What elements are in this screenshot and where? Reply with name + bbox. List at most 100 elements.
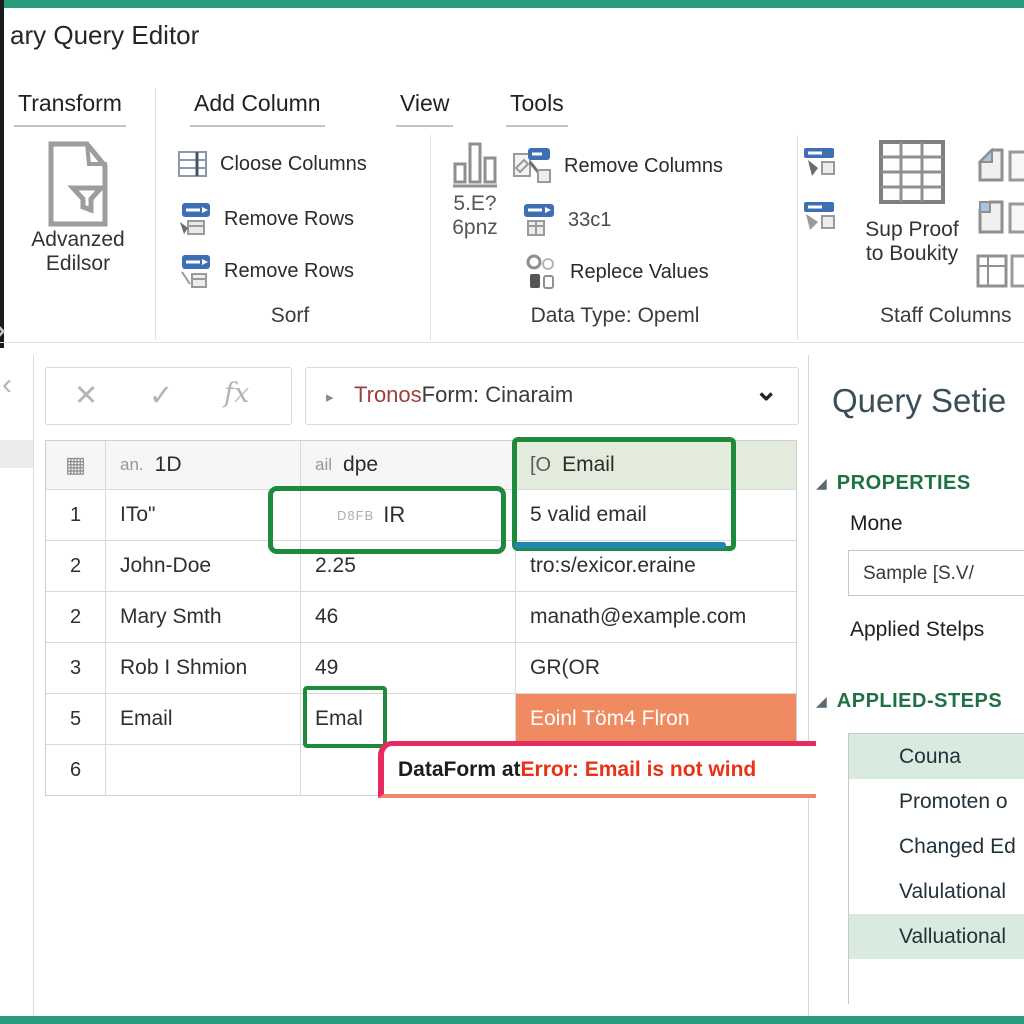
tab-add-column[interactable]: Add Column: [190, 90, 325, 127]
remove-rows-label-1: Remove Rows: [224, 207, 355, 230]
step-item[interactable]: Changed Ed: [849, 824, 1024, 869]
cell-name[interactable]: Email: [106, 694, 301, 744]
cell-dpe[interactable]: 46: [301, 592, 516, 642]
cell-dpe[interactable]: 2.25: [301, 541, 516, 591]
cell-dpe[interactable]: Emal: [301, 694, 516, 744]
tab-tools[interactable]: Tools: [506, 90, 568, 127]
cancel-icon[interactable]: ✕: [74, 378, 98, 413]
sup-proof-label-1: Sup Proof: [865, 218, 959, 241]
sort-group-label: Sorf: [270, 304, 310, 327]
text-type-icon: an.: [120, 455, 144, 474]
step-item[interactable]: Valluational: [849, 914, 1024, 959]
row-number[interactable]: 3: [46, 643, 106, 693]
cell-dpe[interactable]: 49: [301, 643, 516, 693]
cell-dpe[interactable]: D8FB IR: [301, 490, 516, 540]
collapse-pane-chevron-icon[interactable]: ‹: [2, 368, 12, 402]
step-item[interactable]: Couna: [849, 734, 1024, 779]
email-type-icon: [O: [530, 453, 552, 476]
advanced-editor-label2: Edilsor: [45, 252, 111, 275]
row-number[interactable]: 1: [46, 490, 106, 540]
datatype-group-label: Data Type: Opeml: [530, 304, 700, 327]
staff-group-label: Staff Columns: [880, 304, 1012, 327]
ribbon-nav-back-icon[interactable]: ›: [0, 308, 6, 350]
cell-dpe-prefix: D8FB: [337, 507, 375, 523]
applied-steps-header-label: APPLIED-STEPS: [836, 690, 1003, 712]
error-tooltip-prefix: DataForm at: [398, 758, 521, 781]
formula-expand-icon[interactable]: ▸: [326, 388, 334, 406]
accept-icon[interactable]: ✓: [149, 378, 173, 413]
applied-steps-section-header[interactable]: ◢ APPLIED-STEPS: [816, 690, 1002, 713]
row-number[interactable]: 2: [46, 541, 106, 591]
format-icon: [976, 252, 1024, 290]
choose-columns-icon: [178, 150, 208, 178]
cell-name[interactable]: Rob I Shmion: [106, 643, 301, 693]
statistics-button[interactable]: 5.E? 6pnz: [440, 138, 510, 240]
cell-email[interactable]: GR(OR: [516, 643, 796, 693]
replace-values-label: Replece Values: [570, 260, 709, 283]
cell-email[interactable]: manath@example.com: [516, 592, 796, 642]
column-header-email[interactable]: [O Email: [516, 441, 796, 489]
index-column-icon: [802, 146, 838, 178]
ribbon-divider: [797, 135, 798, 340]
grid-row-1: 1 ITo" D8FB IR 5 valid email: [46, 490, 796, 541]
tab-view[interactable]: View: [396, 90, 454, 127]
corner-select-icon[interactable]: ▦: [46, 441, 106, 489]
grid-row-4: 3 Rob I Shmion 49 GR(OR: [46, 643, 796, 694]
grid-header-row: ▦ an. 1D ail dpe [O Email: [46, 441, 796, 490]
advanced-editor-button[interactable]: Advanzed Edilsor: [18, 140, 138, 276]
remove-rows-icon: [178, 254, 212, 288]
sup-proof-button[interactable]: Sup Proof to Boukity: [850, 140, 974, 266]
properties-section-header[interactable]: ◢ PROPERTIES: [816, 472, 971, 495]
applied-steps-link[interactable]: Applied Stelps: [850, 618, 984, 642]
formula-input[interactable]: ▸ TronosForm: Cinaraim ⌄: [305, 367, 799, 425]
remove-rows-button-2[interactable]: Remove Rows: [178, 254, 354, 288]
step-item[interactable]: Promoten o: [849, 779, 1024, 824]
split-column-icon: [520, 202, 556, 238]
cell-dpe-value: IR: [383, 502, 406, 527]
cell-email-error[interactable]: Eoinl Töm4 Flron: [516, 694, 796, 744]
remove-columns-icon: [512, 148, 552, 184]
table-grid-icon: [879, 140, 945, 206]
query-settings-title: Query Setie: [832, 382, 1007, 419]
formula-buttons-box: ✕ ✓ fx: [45, 367, 292, 425]
ribbon-divider: [430, 135, 431, 340]
remove-rows-button-1[interactable]: Remove Rows: [178, 202, 354, 236]
error-tooltip: DataForm at Error: Email is not wind: [378, 741, 816, 798]
cell-name[interactable]: John-Doe: [106, 541, 301, 591]
index-column-button-1[interactable]: [802, 146, 838, 178]
index-column-button-2[interactable]: [802, 200, 838, 232]
bottom-accent-strip: [0, 1016, 1024, 1024]
left-edge-line: [0, 0, 4, 348]
index-column-icon: [802, 200, 838, 232]
step-item[interactable]: Valulational: [849, 869, 1024, 914]
column-header-id[interactable]: an. 1D: [106, 441, 301, 489]
column-header-id-label: 1D: [154, 453, 182, 476]
formula-dropdown-icon[interactable]: ⌄: [755, 374, 778, 407]
split-column-button[interactable]: 33c1: [520, 202, 611, 238]
cell-name[interactable]: ITo": [106, 490, 301, 540]
split-tools-button-2[interactable]: [976, 198, 1024, 236]
row-number[interactable]: 6: [46, 745, 106, 795]
column-header-email-label: Email: [562, 453, 615, 476]
split-tools-button-3[interactable]: [976, 252, 1024, 290]
properties-header-label: PROPERTIES: [836, 472, 971, 494]
split-tools-button-1[interactable]: [976, 146, 1024, 184]
choose-columns-button[interactable]: Cloose Columns: [178, 150, 367, 178]
tab-transform[interactable]: Transform: [14, 90, 126, 127]
cell-name[interactable]: [106, 745, 301, 795]
collapse-triangle-icon: ◢: [816, 693, 827, 709]
row-number[interactable]: 2: [46, 592, 106, 642]
collapsed-query-tab[interactable]: [0, 440, 33, 468]
query-name-input[interactable]: Sample [S.V/: [848, 550, 1024, 596]
cell-name[interactable]: Mary Smth: [106, 592, 301, 642]
row-number[interactable]: 5: [46, 694, 106, 744]
statistics-label-1: 5.E?: [453, 192, 497, 215]
remove-rows-label-2: Remove Rows: [224, 259, 355, 282]
remove-columns-button[interactable]: Remove Columns: [512, 148, 723, 184]
fx-icon[interactable]: fx: [224, 378, 249, 409]
cell-email[interactable]: 5 valid email: [516, 490, 796, 540]
replace-values-button[interactable]: Replece Values: [524, 254, 709, 290]
top-accent-strip: [0, 0, 1024, 8]
column-header-dpe[interactable]: ail dpe: [301, 441, 516, 489]
split-column-label: 33c1: [568, 208, 612, 231]
